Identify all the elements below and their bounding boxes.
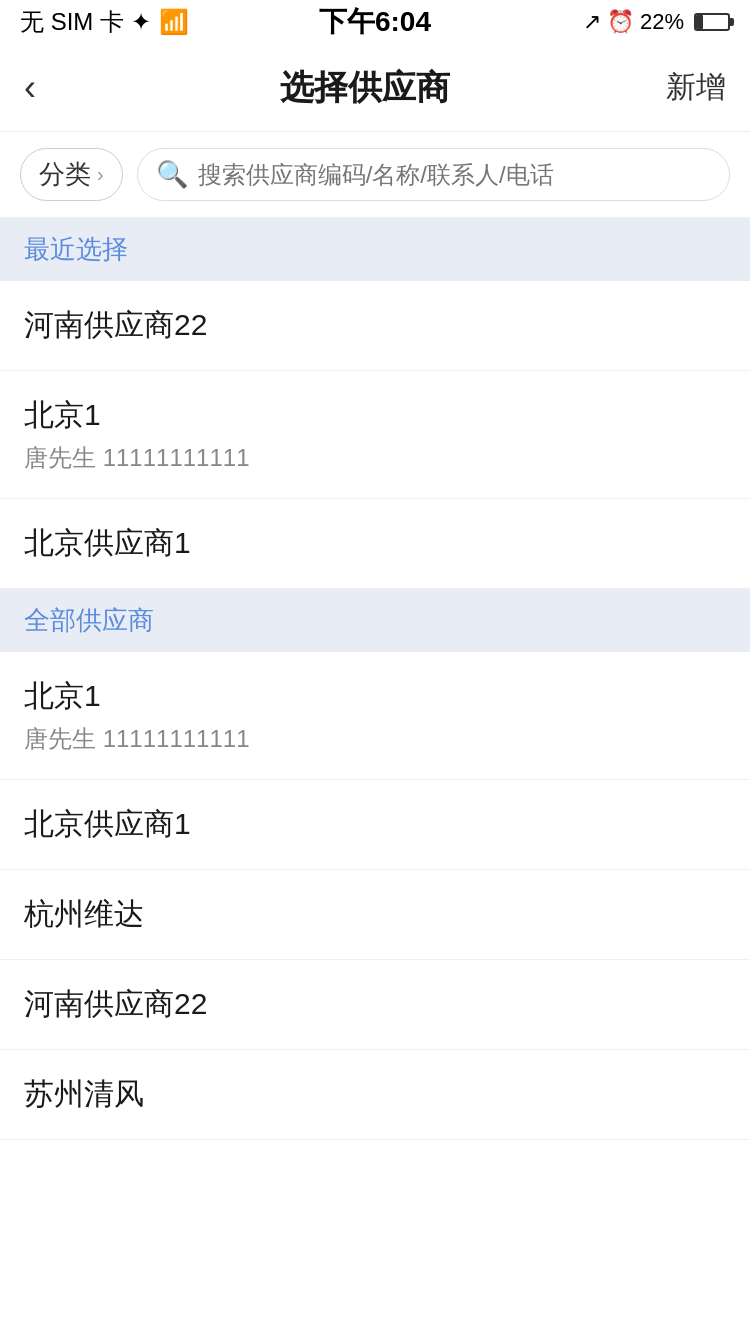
item-name: 河南供应商22 xyxy=(24,984,726,1025)
search-box[interactable]: 🔍 xyxy=(137,148,730,201)
back-button[interactable]: ‹ xyxy=(24,67,84,109)
status-bar: 无 SIM 卡 ✦ 📶 下午6:04 ↗ ⏰ 22% xyxy=(0,0,750,44)
recent-list-item[interactable]: 北京供应商1 xyxy=(0,499,750,589)
item-sub: 唐先生 11111111111 xyxy=(24,442,726,474)
all-list-item[interactable]: 苏州清风 xyxy=(0,1050,750,1140)
item-name: 北京1 xyxy=(24,676,726,717)
all-list-item[interactable]: 北京1 唐先生 11111111111 xyxy=(0,652,750,780)
recent-list-item[interactable]: 河南供应商22 xyxy=(0,281,750,371)
all-list: 北京1 唐先生 11111111111 北京供应商1 杭州维达河南供应商22 苏州清风 xyxy=(0,652,750,1140)
all-section-header: 全部供应商 xyxy=(0,589,750,652)
category-label: 分类 xyxy=(39,157,91,192)
filter-bar: 分类 › 🔍 xyxy=(0,132,750,218)
all-list-item[interactable]: 杭州维达 xyxy=(0,870,750,960)
wifi-icon: 📶 xyxy=(159,8,189,36)
battery-percent: 22% xyxy=(640,9,684,35)
item-name: 苏州清风 xyxy=(24,1074,726,1115)
page-title: 选择供应商 xyxy=(280,65,450,111)
item-name: 杭州维达 xyxy=(24,894,726,935)
chevron-right-icon: › xyxy=(97,163,104,186)
status-left: 无 SIM 卡 ✦ 📶 xyxy=(20,6,189,38)
category-button[interactable]: 分类 › xyxy=(20,148,123,201)
status-time: 下午6:04 xyxy=(319,3,431,41)
item-name: 北京1 xyxy=(24,395,726,436)
alarm-icon: ⏰ xyxy=(607,9,634,35)
all-list-item[interactable]: 北京供应商1 xyxy=(0,780,750,870)
item-name: 北京供应商1 xyxy=(24,523,726,564)
all-list-item[interactable]: 河南供应商22 xyxy=(0,960,750,1050)
item-name: 北京供应商1 xyxy=(24,804,726,845)
nav-bar: ‹ 选择供应商 新增 xyxy=(0,44,750,132)
search-icon: 🔍 xyxy=(156,159,188,190)
item-sub: 唐先生 11111111111 xyxy=(24,723,726,755)
battery-icon xyxy=(694,13,730,31)
search-input[interactable] xyxy=(198,161,711,189)
recent-section-header: 最近选择 xyxy=(0,218,750,281)
new-action-button[interactable]: 新增 xyxy=(646,67,726,108)
status-right: ↗ ⏰ 22% xyxy=(583,9,730,35)
recent-list-item[interactable]: 北京1 唐先生 11111111111 xyxy=(0,371,750,499)
item-name: 河南供应商22 xyxy=(24,305,726,346)
location-icon: ↗ xyxy=(583,9,601,35)
sim-status: 无 SIM 卡 ✦ xyxy=(20,6,151,38)
recent-list: 河南供应商22 北京1 唐先生 11111111111 北京供应商1 xyxy=(0,281,750,589)
